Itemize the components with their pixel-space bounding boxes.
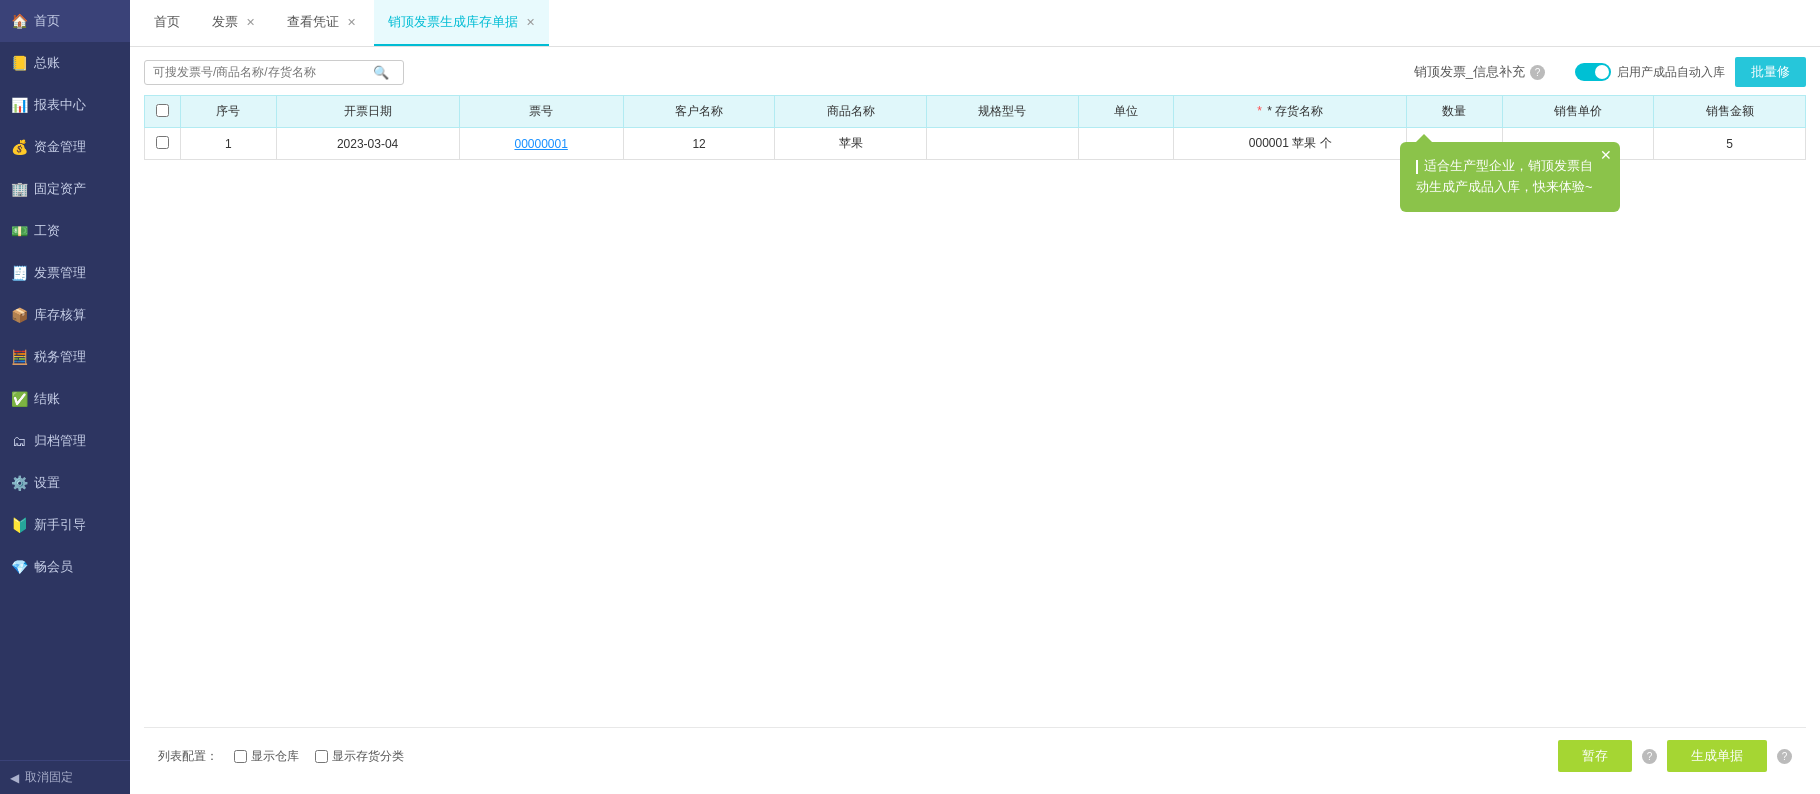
- toolbar-row: 🔍 销顶发票_信息补充 ? 启用产成品自动入库 批量修: [144, 57, 1806, 87]
- cell-seq: 1: [181, 128, 277, 160]
- payroll-icon: 💵: [10, 222, 28, 240]
- show-inventory-category-checkbox[interactable]: 显示存货分类: [315, 748, 404, 765]
- tooltip-cursor: [1416, 160, 1418, 174]
- row-checkbox[interactable]: [156, 136, 169, 149]
- search-box[interactable]: 🔍: [144, 60, 404, 85]
- col-customer: 客户名称: [623, 96, 775, 128]
- col-ticket-no: 票号: [459, 96, 623, 128]
- info-help-icon[interactable]: ?: [1530, 65, 1545, 80]
- funds-icon: 💰: [10, 138, 28, 156]
- archive-icon: 🗂: [10, 432, 28, 450]
- col-qty: 数量: [1406, 96, 1502, 128]
- tooltip-close-icon[interactable]: ✕: [1600, 148, 1612, 162]
- settings-icon: ⚙️: [10, 474, 28, 492]
- save-help-icon[interactable]: ?: [1642, 749, 1657, 764]
- cell-spec: [927, 128, 1079, 160]
- tab-voucher[interactable]: 查看凭证 ✕: [273, 0, 370, 46]
- sidebar-item-assets[interactable]: 🏢 固定资产: [0, 168, 130, 210]
- col-date: 开票日期: [276, 96, 459, 128]
- info-label-group: 销顶发票_信息补充 ?: [1414, 63, 1545, 81]
- tab-invoice-close[interactable]: ✕: [246, 16, 255, 29]
- ledger-icon: 📒: [10, 54, 28, 72]
- select-all-checkbox[interactable]: [156, 104, 169, 117]
- list-config-label: 列表配置：: [158, 748, 218, 765]
- table-header-row: 序号 开票日期 票号 客户名称 商品名称 规格型号 单位 * * 存货名称 数量…: [145, 96, 1806, 128]
- toggle-group: 启用产成品自动入库: [1575, 63, 1725, 81]
- tooltip-text: 适合生产型企业，销顶发票自动生成产成品入库，快来体验~: [1416, 158, 1593, 194]
- closing-icon: ✅: [10, 390, 28, 408]
- cell-ticket-no[interactable]: 00000001: [459, 128, 623, 160]
- cell-date: 2023-03-04: [276, 128, 459, 160]
- tab-home[interactable]: 首页: [140, 0, 194, 46]
- sidebar-item-payroll[interactable]: 💵 工资: [0, 210, 130, 252]
- invoice-mgmt-icon: 🧾: [10, 264, 28, 282]
- guide-icon: 🔰: [10, 516, 28, 534]
- col-product-name: 商品名称: [775, 96, 927, 128]
- save-button[interactable]: 暂存: [1558, 740, 1632, 772]
- tab-cancel-invoice-close[interactable]: ✕: [526, 16, 535, 29]
- sidebar-item-closing[interactable]: ✅ 结账: [0, 378, 130, 420]
- auto-warehouse-toggle[interactable]: [1575, 63, 1611, 81]
- sidebar-item-tax[interactable]: 🧮 税务管理: [0, 336, 130, 378]
- vip-icon: 💎: [10, 558, 28, 576]
- search-input[interactable]: [153, 65, 373, 79]
- sidebar-item-funds[interactable]: 💰 资金管理: [0, 126, 130, 168]
- bottom-bar: 列表配置： 显示仓库 显示存货分类 暂存 ? 生成单据 ?: [144, 727, 1806, 784]
- sidebar-item-ledger[interactable]: 📒 总账: [0, 42, 130, 84]
- col-unit-price: 销售单价: [1502, 96, 1654, 128]
- sidebar-item-home[interactable]: 🏠 首页: [0, 0, 130, 42]
- toggle-label: 启用产成品自动入库: [1617, 64, 1725, 81]
- sidebar: 🏠 首页 📒 总账 📊 报表中心 💰 资金管理 🏢 固定资产 💵 工资 🧾 发票…: [0, 0, 130, 794]
- reports-icon: 📊: [10, 96, 28, 114]
- generate-help-icon[interactable]: ?: [1777, 749, 1792, 764]
- col-unit: 单位: [1078, 96, 1174, 128]
- inventory-icon: 📦: [10, 306, 28, 324]
- main-area: 首页 发票 ✕ 查看凭证 ✕ 销顶发票生成库存单据 ✕ 🔍 销顶发票_信息补充 …: [130, 0, 1820, 794]
- sidebar-unpin-btn[interactable]: ◀ 取消固定: [0, 760, 130, 794]
- tab-cancel-invoice[interactable]: 销顶发票生成库存单据 ✕: [374, 0, 549, 46]
- cell-customer: 12: [623, 128, 775, 160]
- tab-voucher-close[interactable]: ✕: [347, 16, 356, 29]
- bottom-actions: 暂存 ? 生成单据 ?: [1558, 740, 1792, 772]
- cell-product-name: 苹果: [775, 128, 927, 160]
- tab-invoice[interactable]: 发票 ✕: [198, 0, 269, 46]
- info-label-text: 销顶发票_信息补充: [1414, 63, 1525, 81]
- tooltip-popup: 适合生产型企业，销顶发票自动生成产成品入库，快来体验~ ✕: [1400, 142, 1620, 212]
- home-icon: 🏠: [10, 12, 28, 30]
- sidebar-item-guide[interactable]: 🔰 新手引导: [0, 504, 130, 546]
- cell-inventory-name: 000001 苹果 个: [1174, 128, 1407, 160]
- sidebar-item-reports[interactable]: 📊 报表中心: [0, 84, 130, 126]
- sidebar-item-settings[interactable]: ⚙️ 设置: [0, 462, 130, 504]
- batch-edit-button[interactable]: 批量修: [1735, 57, 1806, 87]
- col-seq: 序号: [181, 96, 277, 128]
- show-warehouse-checkbox[interactable]: 显示仓库: [234, 748, 299, 765]
- col-inventory-name: * * 存货名称: [1174, 96, 1407, 128]
- sidebar-item-invoice-mgmt[interactable]: 🧾 发票管理: [0, 252, 130, 294]
- tab-bar: 首页 发票 ✕ 查看凭证 ✕ 销顶发票生成库存单据 ✕: [130, 0, 1820, 47]
- sidebar-item-vip[interactable]: 💎 畅会员: [0, 546, 130, 588]
- sidebar-item-archive[interactable]: 🗂 归档管理: [0, 420, 130, 462]
- tax-icon: 🧮: [10, 348, 28, 366]
- cell-sales-amount: 5: [1654, 128, 1806, 160]
- col-sales-amount: 销售金额: [1654, 96, 1806, 128]
- col-spec: 规格型号: [927, 96, 1079, 128]
- assets-icon: 🏢: [10, 180, 28, 198]
- sidebar-item-inventory[interactable]: 📦 库存核算: [0, 294, 130, 336]
- search-icon: 🔍: [373, 65, 389, 80]
- unpin-icon: ◀: [10, 771, 19, 785]
- cell-unit: [1078, 128, 1174, 160]
- generate-button[interactable]: 生成单据: [1667, 740, 1767, 772]
- content-area: 🔍 销顶发票_信息补充 ? 启用产成品自动入库 批量修: [130, 47, 1820, 794]
